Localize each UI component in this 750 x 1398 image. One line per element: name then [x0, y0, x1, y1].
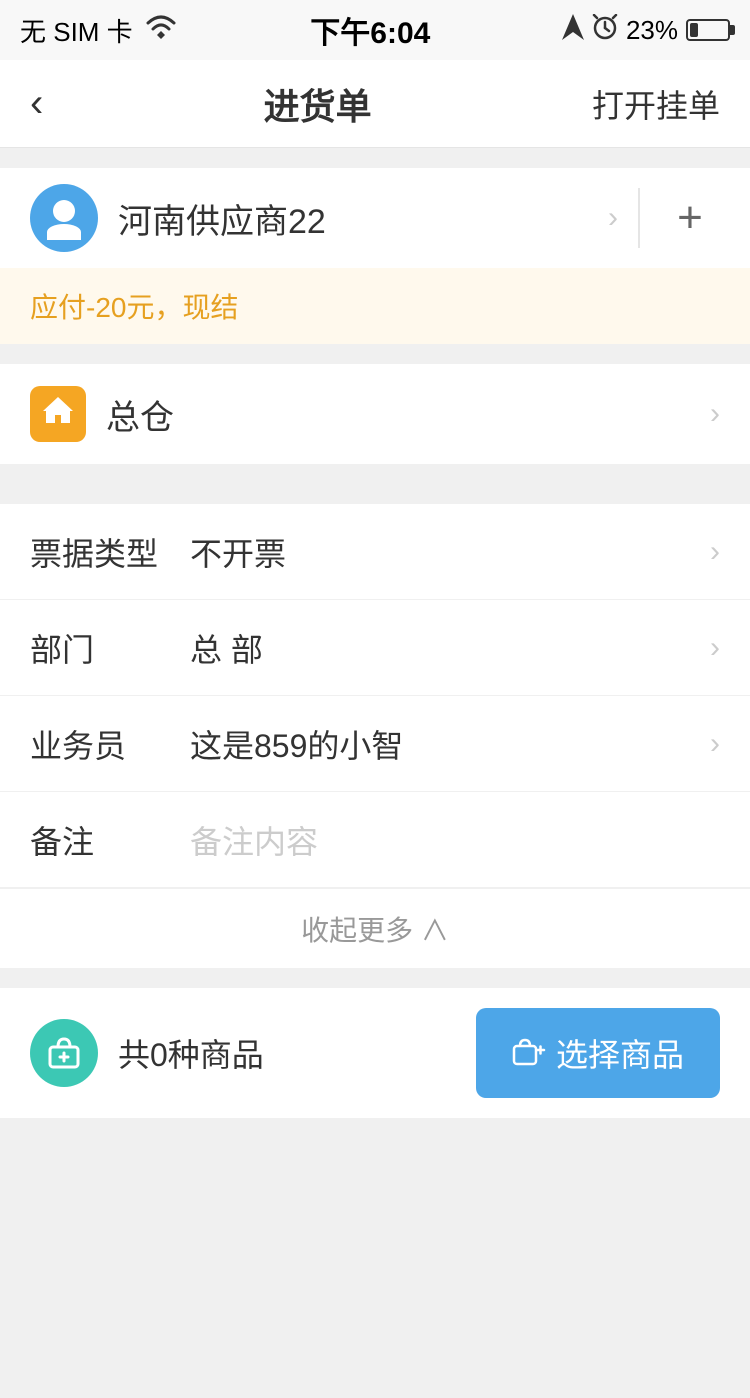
- remark-row[interactable]: 备注 备注内容: [0, 792, 750, 888]
- warehouse-divider: [0, 344, 750, 364]
- gps-icon: [562, 14, 584, 47]
- supplier-row[interactable]: 河南供应商22 › +: [0, 168, 750, 268]
- salesperson-label: 业务员: [30, 721, 170, 767]
- collapse-row[interactable]: 收起更多 ∧: [0, 888, 750, 968]
- salesperson-arrow-icon: ›: [710, 727, 720, 761]
- warehouse-icon: [30, 386, 86, 442]
- invoice-type-value: 不开票: [170, 529, 710, 575]
- wifi-icon: [143, 13, 179, 48]
- avatar-icon: [46, 200, 82, 236]
- nav-bar: ‹ 进货单 打开挂单: [0, 60, 750, 148]
- alarm-icon: [592, 14, 618, 47]
- main-background: [0, 1118, 750, 1398]
- status-time: 下午6:04: [310, 8, 430, 52]
- back-button[interactable]: ‹: [30, 81, 43, 126]
- form-top-divider: [0, 464, 750, 484]
- notice-banner: 应付-20元，现结: [0, 268, 750, 344]
- status-right: 23%: [562, 14, 730, 47]
- select-product-label: 选择商品: [556, 1030, 684, 1076]
- top-divider: [0, 148, 750, 168]
- status-bar: 无 SIM 卡 下午6:04 23%: [0, 0, 750, 60]
- warehouse-arrow-icon: ›: [710, 397, 720, 431]
- remark-input[interactable]: 备注内容: [170, 817, 720, 863]
- collapse-label: 收起更多 ∧: [301, 909, 449, 949]
- department-label: 部门: [30, 625, 170, 671]
- invoice-type-label: 票据类型: [30, 529, 170, 575]
- product-count-label: 共0种商品: [118, 1030, 456, 1076]
- bottom-section-divider: [0, 968, 750, 988]
- select-product-button[interactable]: 选择商品: [476, 1008, 720, 1098]
- department-row[interactable]: 部门 总 部 ›: [0, 600, 750, 696]
- invoice-type-arrow-icon: ›: [710, 535, 720, 569]
- add-supplier-button[interactable]: +: [660, 188, 720, 248]
- remark-label: 备注: [30, 817, 170, 863]
- open-pending-button[interactable]: 打开挂单: [592, 81, 720, 127]
- bottom-bar: 共0种商品 选择商品: [0, 988, 750, 1118]
- battery-icon: [686, 19, 730, 41]
- supplier-arrow-icon: ›: [608, 201, 618, 235]
- page-title: 进货单: [264, 78, 372, 130]
- department-arrow-icon: ›: [710, 631, 720, 665]
- warehouse-row[interactable]: 总仓 ›: [0, 364, 750, 464]
- salesperson-row[interactable]: 业务员 这是859的小智 ›: [0, 696, 750, 792]
- battery-label: 23%: [626, 15, 678, 46]
- warehouse-name: 总仓: [106, 390, 710, 439]
- invoice-type-row[interactable]: 票据类型 不开票 ›: [0, 504, 750, 600]
- supplier-avatar: [30, 184, 98, 252]
- notice-text: 应付-20元，现结: [30, 292, 238, 323]
- supplier-section: 河南供应商22 › + 应付-20元，现结: [0, 168, 750, 344]
- house-icon: [41, 393, 75, 435]
- status-left: 无 SIM 卡: [20, 12, 179, 49]
- carrier-label: 无 SIM 卡: [20, 12, 133, 49]
- salesperson-value: 这是859的小智: [170, 721, 710, 767]
- department-value: 总 部: [170, 625, 710, 671]
- product-icon: [30, 1019, 98, 1087]
- supplier-divider: [638, 188, 640, 248]
- form-section: 票据类型 不开票 › 部门 总 部 › 业务员 这是859的小智 › 备注 备注…: [0, 504, 750, 968]
- supplier-name: 河南供应商22: [118, 194, 608, 243]
